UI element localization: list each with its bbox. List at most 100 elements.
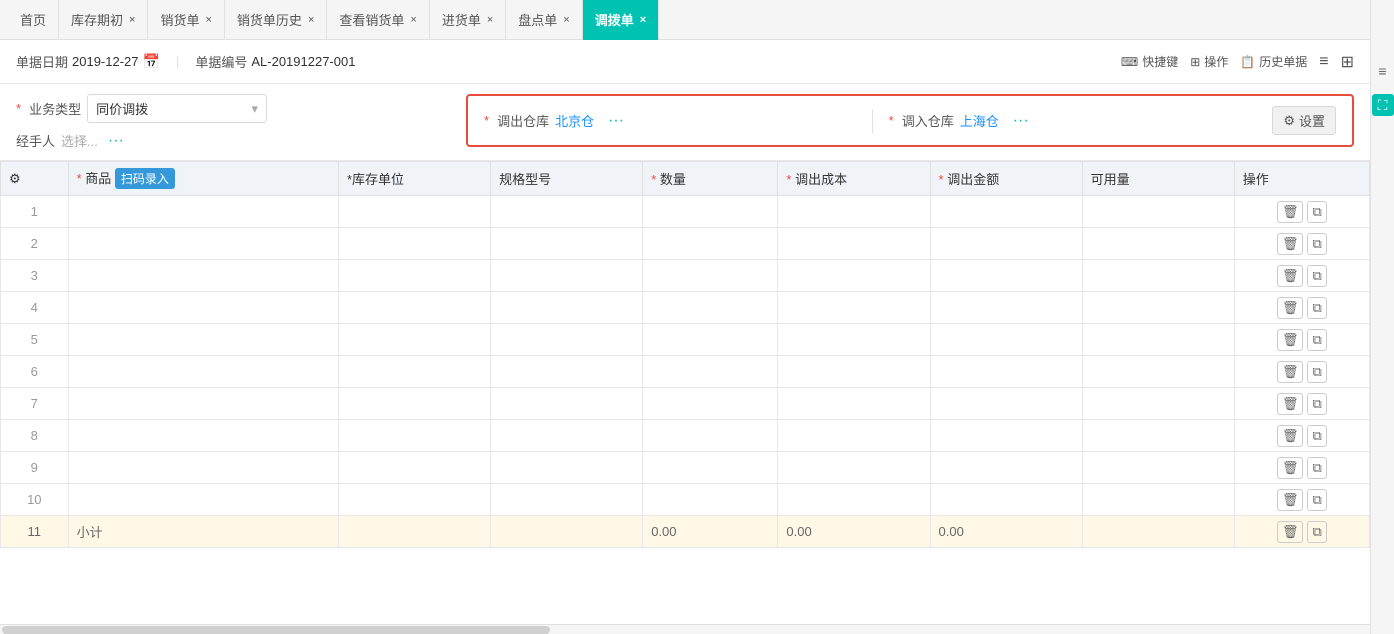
qty-cell[interactable]: [643, 388, 778, 420]
out-warehouse-more-icon[interactable]: ···: [608, 112, 624, 130]
amount-cell[interactable]: [930, 484, 1082, 516]
amount-cell[interactable]: [930, 196, 1082, 228]
close-icon-transfer[interactable]: ×: [640, 14, 646, 26]
delete-button[interactable]: 🗑: [1277, 425, 1304, 447]
spec-cell[interactable]: [491, 324, 643, 356]
cost-cell[interactable]: [778, 292, 930, 324]
delete-button[interactable]: 🗑: [1277, 393, 1304, 415]
product-cell[interactable]: [68, 356, 338, 388]
tab-purchase-order[interactable]: 进货单 ×: [430, 0, 506, 40]
close-icon-inventory-check[interactable]: ×: [563, 14, 569, 26]
layout-grid-action[interactable]: ⊞: [1341, 52, 1354, 72]
horizontal-scrollbar[interactable]: [0, 624, 1370, 634]
amount-cell[interactable]: [930, 292, 1082, 324]
spec-cell[interactable]: [491, 388, 643, 420]
copy-button[interactable]: ⧉: [1307, 489, 1326, 511]
scan-button[interactable]: 扫码录入: [115, 168, 175, 189]
delete-button[interactable]: 🗑: [1277, 489, 1304, 511]
copy-button[interactable]: ⧉: [1307, 361, 1326, 383]
qty-cell[interactable]: [643, 484, 778, 516]
settings-button[interactable]: ⚙ 设置: [1272, 106, 1336, 135]
handler-more-icon[interactable]: ···: [108, 132, 124, 150]
qty-cell[interactable]: [643, 324, 778, 356]
unit-cell[interactable]: [339, 228, 491, 260]
available-cell[interactable]: [1082, 420, 1234, 452]
qty-cell[interactable]: [643, 452, 778, 484]
delete-button[interactable]: 🗑: [1277, 265, 1304, 287]
product-cell[interactable]: [68, 292, 338, 324]
cost-cell[interactable]: [778, 388, 930, 420]
unit-cell[interactable]: [339, 260, 491, 292]
available-cell[interactable]: [1082, 228, 1234, 260]
cost-cell[interactable]: [778, 196, 930, 228]
spec-cell[interactable]: [491, 260, 643, 292]
cost-cell[interactable]: [778, 420, 930, 452]
available-cell[interactable]: [1082, 292, 1234, 324]
spec-cell[interactable]: [491, 452, 643, 484]
product-cell[interactable]: [68, 484, 338, 516]
qty-cell[interactable]: [643, 292, 778, 324]
delete-button[interactable]: 🗑: [1277, 297, 1304, 319]
cost-cell[interactable]: [778, 484, 930, 516]
available-cell[interactable]: [1082, 324, 1234, 356]
product-cell[interactable]: [68, 196, 338, 228]
copy-button[interactable]: ⧉: [1307, 521, 1326, 543]
delete-button[interactable]: 🗑: [1277, 233, 1304, 255]
amount-cell[interactable]: [930, 228, 1082, 260]
cost-cell[interactable]: [778, 356, 930, 388]
unit-cell[interactable]: [339, 196, 491, 228]
available-cell[interactable]: [1082, 356, 1234, 388]
amount-cell[interactable]: [930, 452, 1082, 484]
sidebar-expand-icon[interactable]: ⛶: [1372, 94, 1394, 116]
available-cell[interactable]: [1082, 388, 1234, 420]
copy-button[interactable]: ⧉: [1307, 329, 1326, 351]
tab-home[interactable]: 首页: [8, 0, 59, 40]
copy-button[interactable]: ⧉: [1307, 457, 1326, 479]
qty-cell[interactable]: [643, 356, 778, 388]
tab-transfer-order[interactable]: 调拨单 ×: [583, 0, 659, 40]
copy-button[interactable]: ⧉: [1307, 297, 1326, 319]
available-cell[interactable]: [1082, 484, 1234, 516]
sidebar-list-icon[interactable]: ≡: [1372, 60, 1394, 82]
spec-cell[interactable]: [491, 356, 643, 388]
close-icon-inventory-init[interactable]: ×: [129, 14, 135, 26]
available-cell[interactable]: [1082, 196, 1234, 228]
tab-inventory-init[interactable]: 库存期初 ×: [59, 0, 148, 40]
amount-cell[interactable]: [930, 420, 1082, 452]
tab-view-sales[interactable]: 查看销货单 ×: [327, 0, 429, 40]
delete-button[interactable]: 🗑: [1277, 329, 1304, 351]
available-cell[interactable]: [1082, 260, 1234, 292]
operations-action[interactable]: ⊞ 操作: [1190, 53, 1228, 70]
amount-cell[interactable]: [930, 356, 1082, 388]
qty-cell[interactable]: [643, 228, 778, 260]
tab-sales-history[interactable]: 销货单历史 ×: [225, 0, 327, 40]
unit-cell[interactable]: [339, 420, 491, 452]
qty-cell[interactable]: [643, 260, 778, 292]
copy-button[interactable]: ⧉: [1307, 393, 1326, 415]
amount-cell[interactable]: [930, 324, 1082, 356]
copy-button[interactable]: ⧉: [1307, 265, 1326, 287]
table-wrapper[interactable]: ⚙ * 商品 扫码录入 *库存单位 规格型号 * 数量: [0, 161, 1370, 624]
product-cell[interactable]: [68, 228, 338, 260]
unit-cell[interactable]: [339, 388, 491, 420]
spec-cell[interactable]: [491, 484, 643, 516]
cost-cell[interactable]: [778, 260, 930, 292]
spec-cell[interactable]: [491, 196, 643, 228]
product-cell[interactable]: [68, 260, 338, 292]
tab-sales-order[interactable]: 销货单 ×: [148, 0, 224, 40]
spec-cell[interactable]: [491, 420, 643, 452]
product-cell[interactable]: [68, 388, 338, 420]
cost-cell[interactable]: [778, 324, 930, 356]
spec-cell[interactable]: [491, 292, 643, 324]
unit-cell[interactable]: [339, 484, 491, 516]
in-warehouse-more-icon[interactable]: ···: [1013, 112, 1029, 130]
copy-button[interactable]: ⧉: [1307, 201, 1326, 223]
copy-button[interactable]: ⧉: [1307, 425, 1326, 447]
cost-cell[interactable]: [778, 452, 930, 484]
layout-list-action[interactable]: ≡: [1319, 53, 1328, 71]
shortcuts-action[interactable]: ⌨ 快捷键: [1121, 53, 1178, 70]
amount-cell[interactable]: [930, 388, 1082, 420]
copy-button[interactable]: ⧉: [1307, 233, 1326, 255]
business-type-select[interactable]: 同价调拨 ▾: [87, 94, 267, 123]
cost-cell[interactable]: [778, 228, 930, 260]
